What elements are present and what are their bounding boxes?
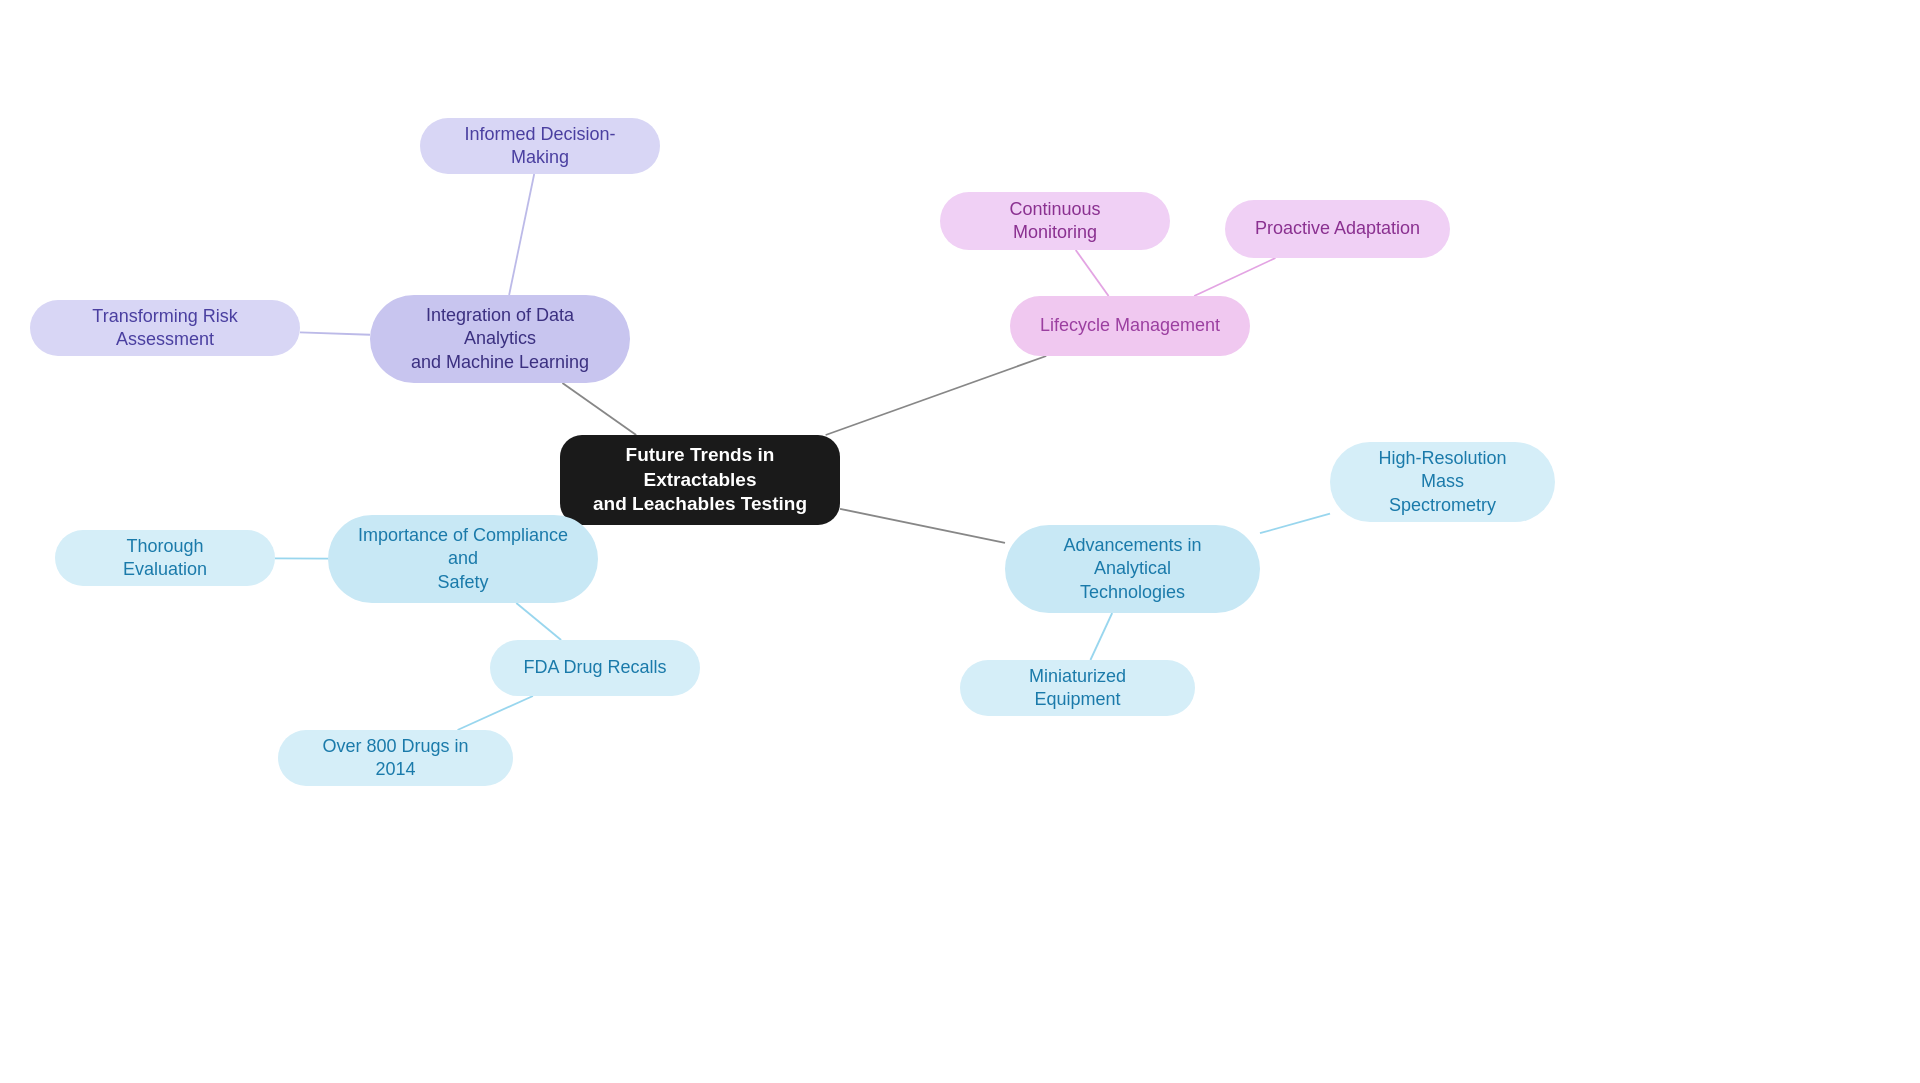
svg-line-8 [1076, 250, 1109, 296]
svg-line-0 [562, 383, 636, 435]
high-res-label: High-Resolution MassSpectrometry [1358, 447, 1527, 517]
proactive-node: Proactive Adaptation [1225, 200, 1450, 258]
over-800-node: Over 800 Drugs in 2014 [278, 730, 513, 786]
fda-recalls-label: FDA Drug Recalls [523, 656, 666, 679]
proactive-label: Proactive Adaptation [1255, 217, 1420, 240]
transforming-risk-label: Transforming Risk Assessment [58, 305, 272, 352]
continuous-label: Continuous Monitoring [968, 198, 1142, 245]
informed-decision-label: Informed Decision-Making [448, 123, 632, 170]
center-label: Future Trends in Extractablesand Leachab… [588, 443, 812, 517]
fda-recalls-node: FDA Drug Recalls [490, 640, 700, 696]
over-800-label: Over 800 Drugs in 2014 [306, 735, 485, 782]
advancements-label: Advancements in AnalyticalTechnologies [1033, 534, 1232, 604]
svg-line-10 [840, 509, 1005, 543]
transforming-risk-node: Transforming Risk Assessment [30, 300, 300, 356]
data-analytics-node: Integration of Data Analyticsand Machine… [370, 295, 630, 383]
svg-line-2 [300, 332, 370, 334]
high-res-node: High-Resolution MassSpectrometry [1330, 442, 1555, 522]
thorough-eval-node: Thorough Evaluation [55, 530, 275, 586]
svg-line-12 [1090, 613, 1112, 660]
center-node: Future Trends in Extractablesand Leachab… [560, 435, 840, 525]
svg-line-5 [516, 603, 561, 640]
informed-decision-node: Informed Decision-Making [420, 118, 660, 174]
svg-line-7 [826, 356, 1047, 435]
advancements-node: Advancements in AnalyticalTechnologies [1005, 525, 1260, 613]
svg-line-1 [509, 174, 534, 295]
svg-line-6 [458, 696, 533, 730]
miniaturized-node: Miniaturized Equipment [960, 660, 1195, 716]
lifecycle-node: Lifecycle Management [1010, 296, 1250, 356]
thorough-eval-label: Thorough Evaluation [83, 535, 247, 582]
continuous-node: Continuous Monitoring [940, 192, 1170, 250]
data-analytics-label: Integration of Data Analyticsand Machine… [398, 304, 602, 374]
svg-line-11 [1260, 514, 1330, 534]
lifecycle-label: Lifecycle Management [1040, 314, 1220, 337]
svg-line-9 [1194, 258, 1275, 296]
compliance-label: Importance of Compliance andSafety [356, 524, 570, 594]
compliance-node: Importance of Compliance andSafety [328, 515, 598, 603]
miniaturized-label: Miniaturized Equipment [988, 665, 1167, 712]
